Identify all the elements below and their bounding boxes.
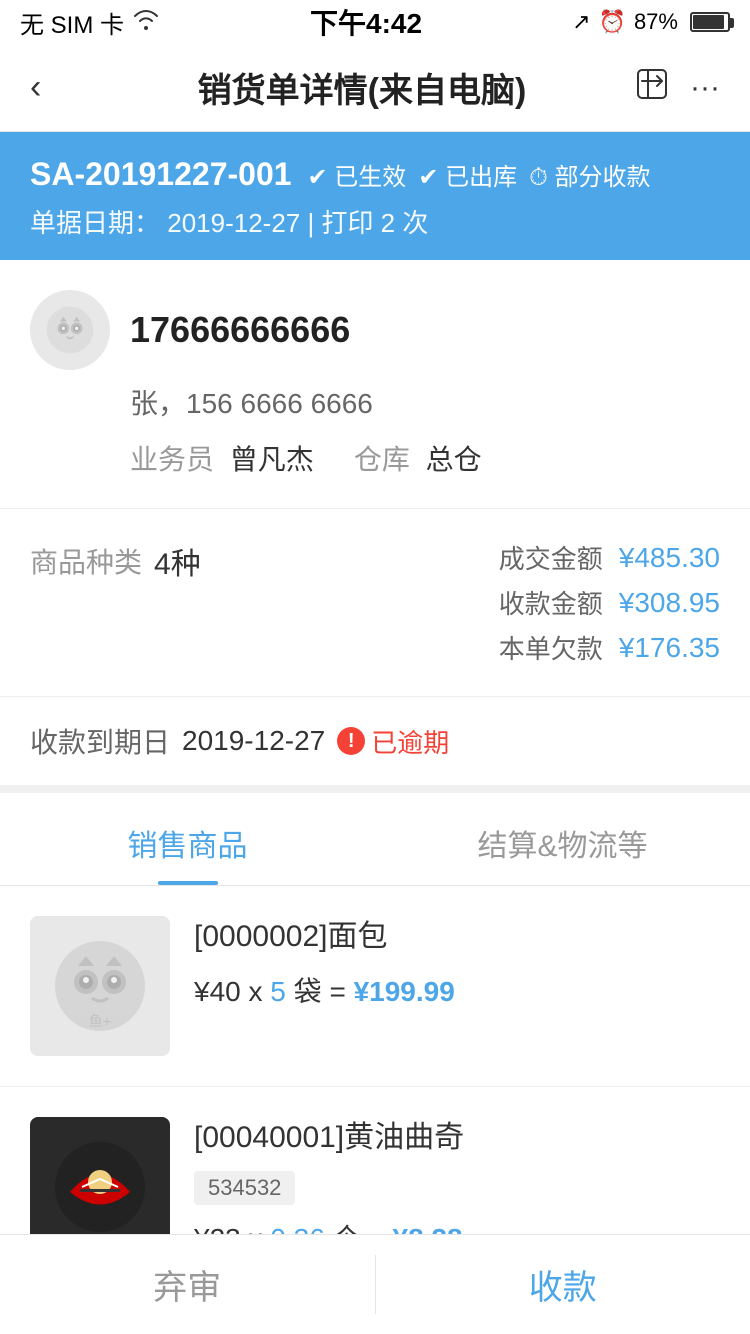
due-section: 收款到期日 2019-12-27 ! 已逾期	[0, 697, 750, 793]
customer-sub: 张，156 6666 6666	[130, 382, 720, 422]
badge-active: ✔ 已生效	[308, 157, 407, 192]
received-label: 收款金额	[499, 584, 603, 621]
order-id: SA-20191227-001	[30, 156, 292, 193]
battery-icon	[690, 12, 730, 32]
due-label: 收款到期日	[30, 721, 170, 761]
product-price: ¥40	[194, 976, 241, 1007]
sales-value: 曾凡杰	[230, 444, 314, 475]
tab-products[interactable]: 销售商品	[0, 793, 375, 885]
product-price-row: ¥40 x 5 袋 = ¥199.99	[194, 970, 720, 1010]
status-bar: 无 SIM 卡 下午4:42 ↗ ⏰ 87%	[0, 0, 750, 44]
received-value: ¥308.95	[619, 587, 720, 619]
product-unit: 袋	[294, 976, 322, 1007]
status-badges: ✔ 已生效 ✔ 已出库 ⏱ 部分收款	[308, 157, 651, 192]
owing-row: 本单欠款 ¥176.35	[499, 629, 720, 666]
badge-partial: ⏱ 部分收款	[529, 157, 650, 192]
stats-section: 商品种类 4种 成交金额 ¥485.30 收款金额 ¥308.95 本单欠款 ¥…	[0, 509, 750, 697]
product-qty: 5	[270, 976, 286, 1007]
product-thumbnail: 鱼+	[30, 916, 170, 1056]
order-header: SA-20191227-001 ✔ 已生效 ✔ 已出库 ⏱ 部分收款 单据日期：…	[0, 132, 750, 260]
amount-label: 成交金额	[499, 539, 603, 576]
badge-shipped: ✔ 已出库	[418, 157, 517, 192]
product-item: 鱼+ [0000002]面包 ¥40 x 5 袋 = ¥199.99	[0, 886, 750, 1087]
nav-actions: ···	[634, 66, 720, 110]
customer-section: 17666666666 张，156 6666 6666 业务员 曾凡杰 仓库 总…	[0, 260, 750, 509]
overdue-badge: ! 已逾期	[337, 723, 449, 760]
order-meta-print: | 打印 2 次	[307, 208, 428, 238]
tab-settlement[interactable]: 结算&物流等	[375, 793, 750, 885]
type-label: 商品种类	[30, 541, 142, 581]
overdue-text: 已逾期	[371, 723, 449, 760]
location-icon: ↗	[572, 9, 590, 35]
amount-value: ¥485.30	[619, 542, 720, 574]
owing-value: ¥176.35	[619, 632, 720, 664]
customer-name: 17666666666	[130, 309, 350, 351]
product-name: [00040001]黄油曲奇	[194, 1117, 720, 1159]
received-row: 收款金额 ¥308.95	[499, 584, 720, 621]
alarm-icon: ⏰	[599, 9, 626, 35]
amount-row: 成交金额 ¥485.30	[499, 539, 720, 576]
status-left: 无 SIM 卡	[20, 5, 160, 40]
page-title: 销货单详情(来自电脑)	[90, 63, 634, 112]
confirm-button[interactable]: 收款	[376, 1235, 750, 1334]
type-value: 4种	[154, 539, 201, 583]
product-info: [0000002]面包 ¥40 x 5 袋 = ¥199.99	[194, 916, 720, 1010]
product-name: [0000002]面包	[194, 916, 720, 958]
avatar	[30, 290, 110, 370]
customer-top: 17666666666	[30, 290, 720, 370]
tabs: 销售商品 结算&物流等	[0, 793, 750, 886]
product-tag: 534532	[194, 1171, 295, 1205]
owing-label: 本单欠款	[499, 629, 603, 666]
order-meta-date: 2019-12-27	[167, 208, 300, 238]
status-right: ↗ ⏰ 87%	[572, 9, 730, 35]
due-date: 2019-12-27	[182, 725, 325, 757]
svg-text:鱼+: 鱼+	[89, 1013, 111, 1029]
stats-left: 商品种类 4种	[30, 539, 201, 583]
sim-status: 无 SIM 卡	[20, 5, 124, 40]
nav-bar: ‹ 销货单详情(来自电脑) ···	[0, 44, 750, 132]
share-button[interactable]	[634, 66, 670, 110]
product-list: 鱼+ [0000002]面包 ¥40 x 5 袋 = ¥199.99	[0, 886, 750, 1288]
order-header-top: SA-20191227-001 ✔ 已生效 ✔ 已出库 ⏱ 部分收款	[30, 156, 720, 193]
overdue-dot: !	[337, 727, 365, 755]
warehouse-label: 仓库	[354, 444, 410, 475]
order-meta: 单据日期： 2019-12-27 | 打印 2 次	[30, 203, 720, 240]
product-total: ¥199.99	[354, 976, 455, 1007]
warehouse-value: 总仓	[426, 444, 482, 475]
customer-info-row: 业务员 曾凡杰 仓库 总仓	[130, 438, 720, 478]
sales-label: 业务员	[130, 444, 214, 475]
status-time: 下午4:42	[310, 2, 422, 42]
stats-right: 成交金额 ¥485.30 收款金额 ¥308.95 本单欠款 ¥176.35	[499, 539, 720, 666]
order-meta-label: 单据日期：	[30, 208, 160, 238]
wifi-icon	[132, 8, 160, 37]
more-button[interactable]: ···	[690, 71, 720, 105]
cancel-button[interactable]: 弃审	[0, 1235, 375, 1334]
battery-text: 87%	[634, 9, 678, 35]
bottom-actions: 弃审 收款	[0, 1234, 750, 1334]
back-button[interactable]: ‹	[30, 68, 90, 107]
